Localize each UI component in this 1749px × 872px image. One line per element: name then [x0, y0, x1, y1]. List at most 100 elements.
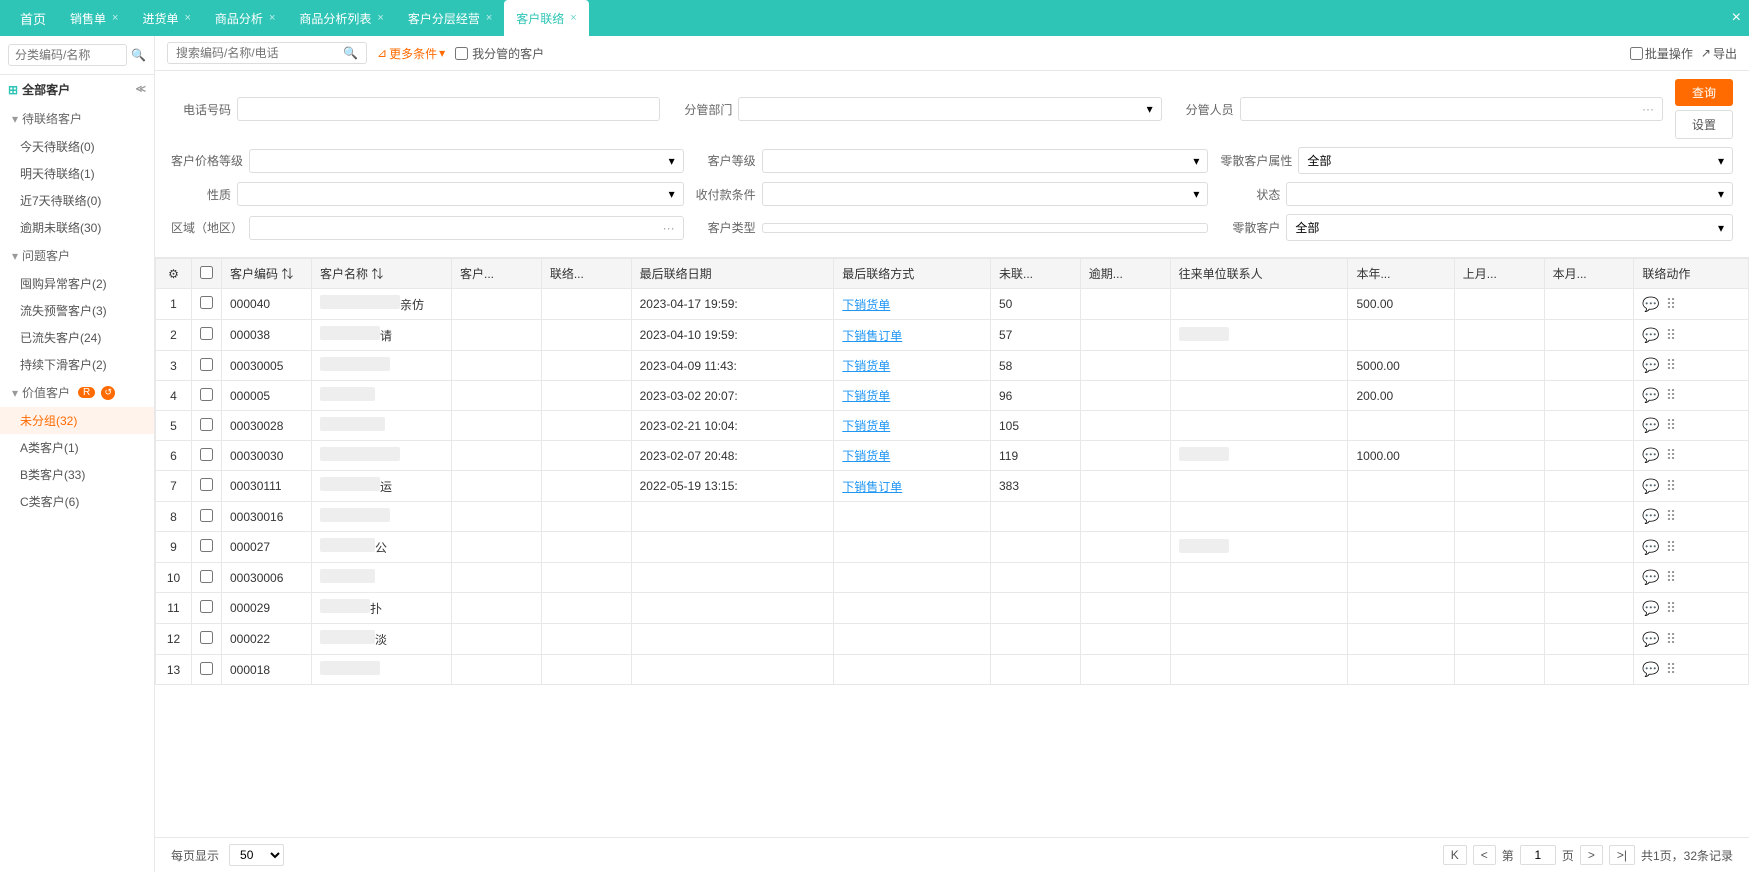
- row-checkbox[interactable]: [200, 327, 213, 340]
- export-btn[interactable]: ↗ 导出: [1701, 45, 1737, 62]
- row-checkbox[interactable]: [200, 570, 213, 583]
- more-icon[interactable]: ⠿: [1666, 539, 1676, 556]
- close-tier-tab[interactable]: ×: [486, 12, 492, 24]
- chat-icon[interactable]: 💬: [1642, 296, 1659, 313]
- action-cell[interactable]: 💬 ⠿: [1634, 563, 1749, 593]
- region-more[interactable]: ···: [663, 221, 675, 235]
- row-check[interactable]: [192, 320, 222, 351]
- chat-icon[interactable]: 💬: [1642, 569, 1659, 586]
- home-tab[interactable]: 首页: [8, 9, 58, 28]
- col-customer-name[interactable]: 客户名称 ⇅: [312, 259, 452, 289]
- first-page-btn[interactable]: K: [1443, 845, 1467, 865]
- value-customer-group[interactable]: ▾ 价值客户 R ↺: [0, 378, 154, 407]
- more-conditions-btn[interactable]: ⊿ 更多条件: [377, 45, 445, 62]
- chat-icon[interactable]: 💬: [1642, 600, 1659, 617]
- manager-select[interactable]: ···: [1240, 97, 1663, 121]
- col-contact[interactable]: 联络...: [541, 259, 631, 289]
- col-this-month[interactable]: 本月...: [1544, 259, 1634, 289]
- problem-customer-group[interactable]: ▾ 问题客户: [0, 241, 154, 270]
- action-cell[interactable]: 💬 ⠿: [1634, 655, 1749, 685]
- sidebar-item-ungroup[interactable]: 未分组(32): [0, 407, 154, 434]
- row-checkbox[interactable]: [200, 358, 213, 371]
- row-checkbox[interactable]: [200, 448, 213, 461]
- zero-attr-select[interactable]: 全部: [1298, 147, 1733, 174]
- more-icon[interactable]: ⠿: [1666, 327, 1676, 344]
- next-page-btn[interactable]: >: [1580, 845, 1603, 865]
- price-level-select[interactable]: [249, 149, 684, 173]
- more-icon[interactable]: ⠿: [1666, 569, 1676, 586]
- manager-more[interactable]: ···: [1642, 102, 1654, 116]
- chat-icon[interactable]: 💬: [1642, 508, 1659, 525]
- sidebar-item-overdue[interactable]: 逾期未联络(30): [0, 214, 154, 241]
- row-check[interactable]: [192, 381, 222, 411]
- row-check[interactable]: [192, 351, 222, 381]
- row-checkbox[interactable]: [200, 539, 213, 552]
- tab-product-analysis[interactable]: 商品分析 ×: [203, 0, 287, 36]
- row-check[interactable]: [192, 593, 222, 624]
- tab-purchase[interactable]: 进货单 ×: [130, 0, 202, 36]
- row-checkbox[interactable]: [200, 509, 213, 522]
- action-cell[interactable]: 💬 ⠿: [1634, 381, 1749, 411]
- row-check[interactable]: [192, 411, 222, 441]
- row-check[interactable]: [192, 532, 222, 563]
- sidebar-item-churn-warning[interactable]: 流失预警客户(3): [0, 297, 154, 324]
- col-check-all[interactable]: [192, 259, 222, 289]
- action-cell[interactable]: 💬 ⠿: [1634, 532, 1749, 563]
- dept-select[interactable]: [738, 97, 1161, 121]
- more-icon[interactable]: ⠿: [1666, 447, 1676, 464]
- close-contact-tab[interactable]: ×: [570, 12, 576, 24]
- contact-type-link[interactable]: 下销售订单: [842, 480, 902, 494]
- customer-type-select[interactable]: [762, 223, 1209, 233]
- customer-level-select[interactable]: [762, 149, 1209, 173]
- col-settings[interactable]: ⚙: [156, 259, 192, 289]
- batch-ops-btn[interactable]: 批量操作: [1630, 45, 1693, 62]
- col-overdue[interactable]: 逾期...: [1080, 259, 1170, 289]
- last-contact-type[interactable]: 下销售订单: [834, 471, 991, 502]
- col-last-type[interactable]: 最后联络方式: [834, 259, 991, 289]
- tab-customer-tier[interactable]: 客户分层经营 ×: [396, 0, 504, 36]
- chat-icon[interactable]: 💬: [1642, 447, 1659, 464]
- tab-customer-contact[interactable]: 客户联络 ×: [504, 0, 588, 36]
- col-this-year[interactable]: 本年...: [1348, 259, 1454, 289]
- chat-icon[interactable]: 💬: [1642, 631, 1659, 648]
- col-last-month[interactable]: 上月...: [1454, 259, 1544, 289]
- row-checkbox[interactable]: [200, 631, 213, 644]
- last-contact-type[interactable]: 下销货单: [834, 441, 991, 471]
- contact-type-link[interactable]: 下销货单: [842, 298, 890, 312]
- row-check[interactable]: [192, 502, 222, 532]
- sidebar-item-a-class[interactable]: A类客户(1): [0, 434, 154, 461]
- action-cell[interactable]: 💬 ⠿: [1634, 351, 1749, 381]
- sidebar-item-b-class[interactable]: B类客户(33): [0, 461, 154, 488]
- last-contact-type[interactable]: 下销货单: [834, 411, 991, 441]
- tab-product-list[interactable]: 商品分析列表 ×: [287, 0, 395, 36]
- last-contact-type[interactable]: 下销货单: [834, 351, 991, 381]
- search-icon[interactable]: 🔍: [343, 46, 358, 60]
- row-check[interactable]: [192, 471, 222, 502]
- more-icon[interactable]: ⠿: [1666, 508, 1676, 525]
- more-icon[interactable]: ⠿: [1666, 417, 1676, 434]
- action-cell[interactable]: 💬 ⠿: [1634, 411, 1749, 441]
- batch-check[interactable]: [1630, 47, 1643, 60]
- row-check[interactable]: [192, 563, 222, 593]
- contact-type-link[interactable]: 下销售订单: [842, 329, 902, 343]
- last-contact-type[interactable]: 下销售订单: [834, 320, 991, 351]
- sidebar-item-c-class[interactable]: C类客户(6): [0, 488, 154, 515]
- sidebar-item-hoarding[interactable]: 囤购异常客户(2): [0, 270, 154, 297]
- chat-icon[interactable]: 💬: [1642, 478, 1659, 495]
- action-cell[interactable]: 💬 ⠿: [1634, 441, 1749, 471]
- sidebar-search-icon[interactable]: 🔍: [131, 48, 146, 62]
- my-customer-check[interactable]: [455, 47, 468, 60]
- more-icon[interactable]: ⠿: [1666, 296, 1676, 313]
- close-all-tabs[interactable]: ×: [1732, 9, 1741, 27]
- pending-contact-group[interactable]: ▾ 待联络客户: [0, 104, 154, 133]
- row-check[interactable]: [192, 655, 222, 685]
- close-sales-tab[interactable]: ×: [112, 12, 118, 24]
- zero-customer-select[interactable]: 全部: [1286, 214, 1733, 241]
- action-cell[interactable]: 💬 ⠿: [1634, 471, 1749, 502]
- chat-icon[interactable]: 💬: [1642, 417, 1659, 434]
- row-check[interactable]: [192, 624, 222, 655]
- row-checkbox[interactable]: [200, 478, 213, 491]
- close-purchase-tab[interactable]: ×: [184, 12, 190, 24]
- region-select[interactable]: ···: [249, 216, 684, 240]
- my-customer-checkbox[interactable]: 我分管的客户: [455, 45, 544, 62]
